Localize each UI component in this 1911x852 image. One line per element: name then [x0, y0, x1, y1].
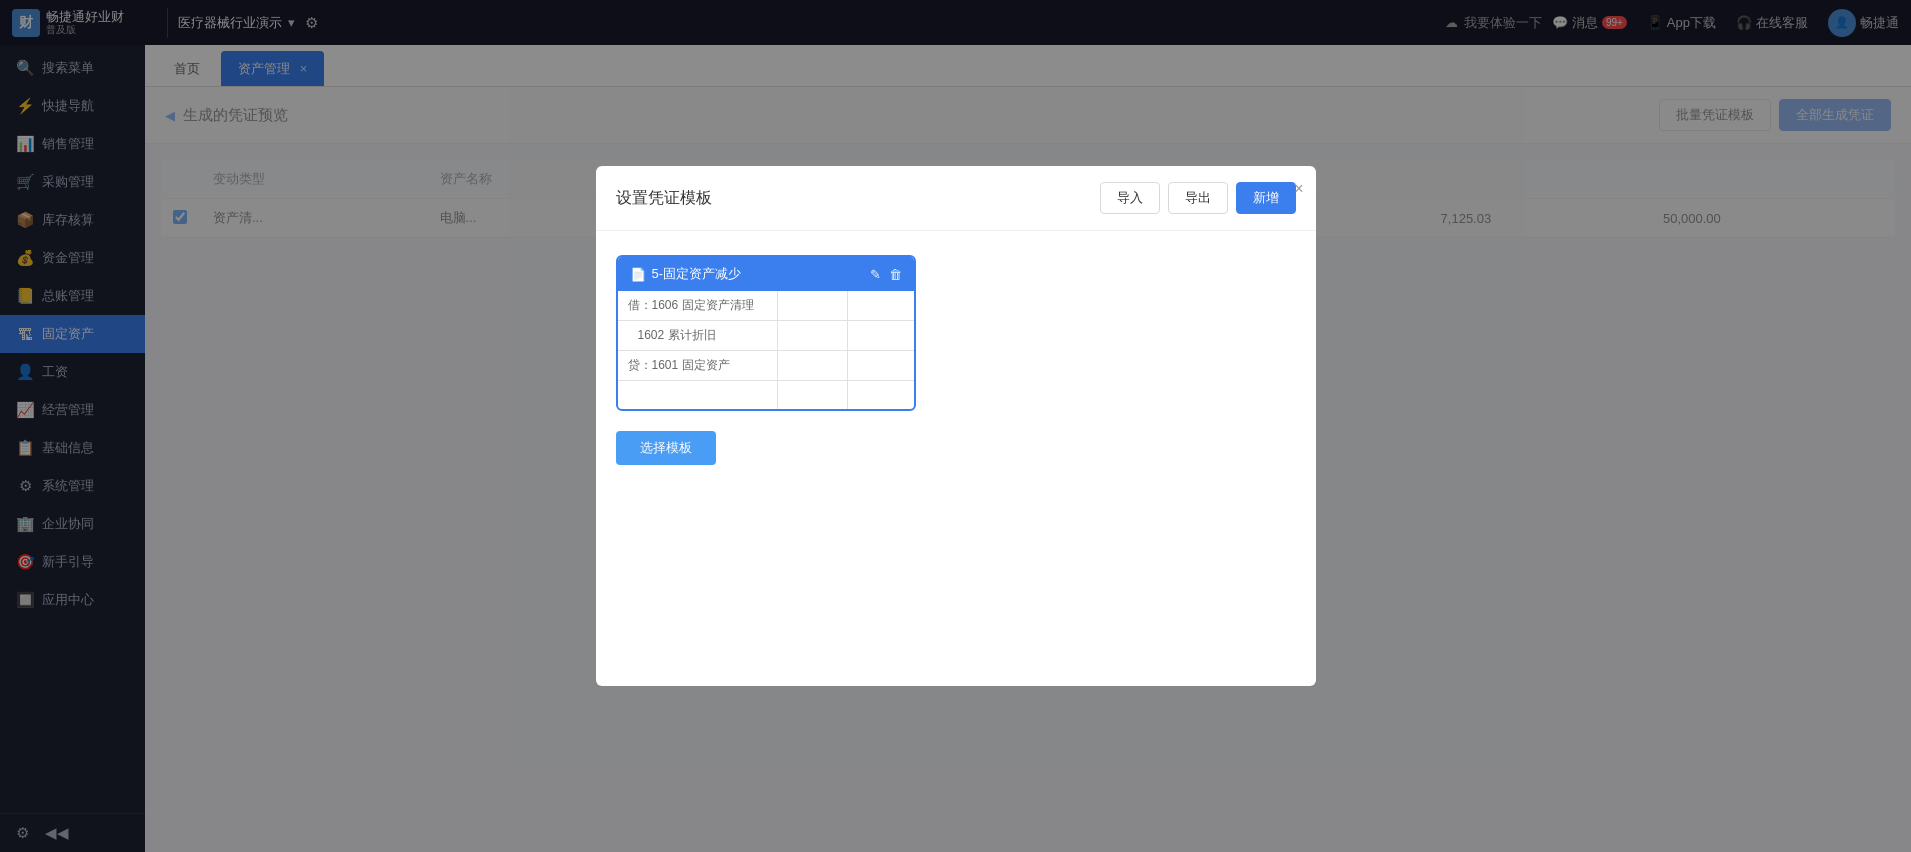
template-cell-credit-3 [848, 351, 916, 380]
template-cell-debit-4 [778, 381, 848, 409]
modal-header: 设置凭证模板 导入 导出 新增 [596, 166, 1316, 231]
modal-title: 设置凭证模板 [616, 188, 712, 209]
modal-overlay: 设置凭证模板 导入 导出 新增 × [145, 87, 1911, 852]
modal: 设置凭证模板 导入 导出 新增 × [596, 166, 1316, 686]
template-cell-credit-2 [848, 321, 916, 350]
template-cell-subject-2: 1602 累计折旧 [618, 321, 778, 350]
template-title: 5-固定资产减少 [652, 265, 742, 283]
template-cell-credit-4 [848, 381, 916, 409]
page-content: ◀ 生成的凭证预览 批量凭证模板 全部生成凭证 [145, 87, 1911, 852]
modal-body: 📄 5-固定资产减少 ✎ 🗑 [596, 231, 1316, 686]
template-card-body: 借：1606 固定资产清理 1602 累计折旧 [618, 291, 914, 409]
template-row: 借：1606 固定资产清理 [618, 291, 914, 321]
export-btn[interactable]: 导出 [1168, 182, 1228, 214]
content-area: 首页 资产管理 × ◀ 生成的凭证预览 [145, 45, 1911, 852]
template-card-header: 📄 5-固定资产减少 ✎ 🗑 [618, 257, 914, 291]
template-row: 1602 累计折旧 [618, 321, 914, 351]
template-card: 📄 5-固定资产减少 ✎ 🗑 [616, 255, 916, 411]
template-cell-debit-2 [778, 321, 848, 350]
template-cell-credit-1 [848, 291, 916, 320]
template-cell-subject-3: 贷：1601 固定资产 [618, 351, 778, 380]
select-template-btn[interactable]: 选择模板 [616, 431, 716, 465]
template-cell-subject-1: 借：1606 固定资产清理 [618, 291, 778, 320]
template-edit-icon[interactable]: ✎ [870, 267, 881, 282]
template-cell-debit-1 [778, 291, 848, 320]
import-btn[interactable]: 导入 [1100, 182, 1160, 214]
modal-close-btn[interactable]: × [1282, 174, 1315, 204]
template-row: 贷：1601 固定资产 [618, 351, 914, 381]
template-cell-debit-3 [778, 351, 848, 380]
template-cell-subject-4 [618, 381, 778, 409]
template-row [618, 381, 914, 409]
template-file-icon: 📄 [630, 267, 646, 282]
template-delete-icon[interactable]: 🗑 [889, 267, 902, 282]
modal-actions: 导入 导出 新增 [1100, 182, 1296, 214]
